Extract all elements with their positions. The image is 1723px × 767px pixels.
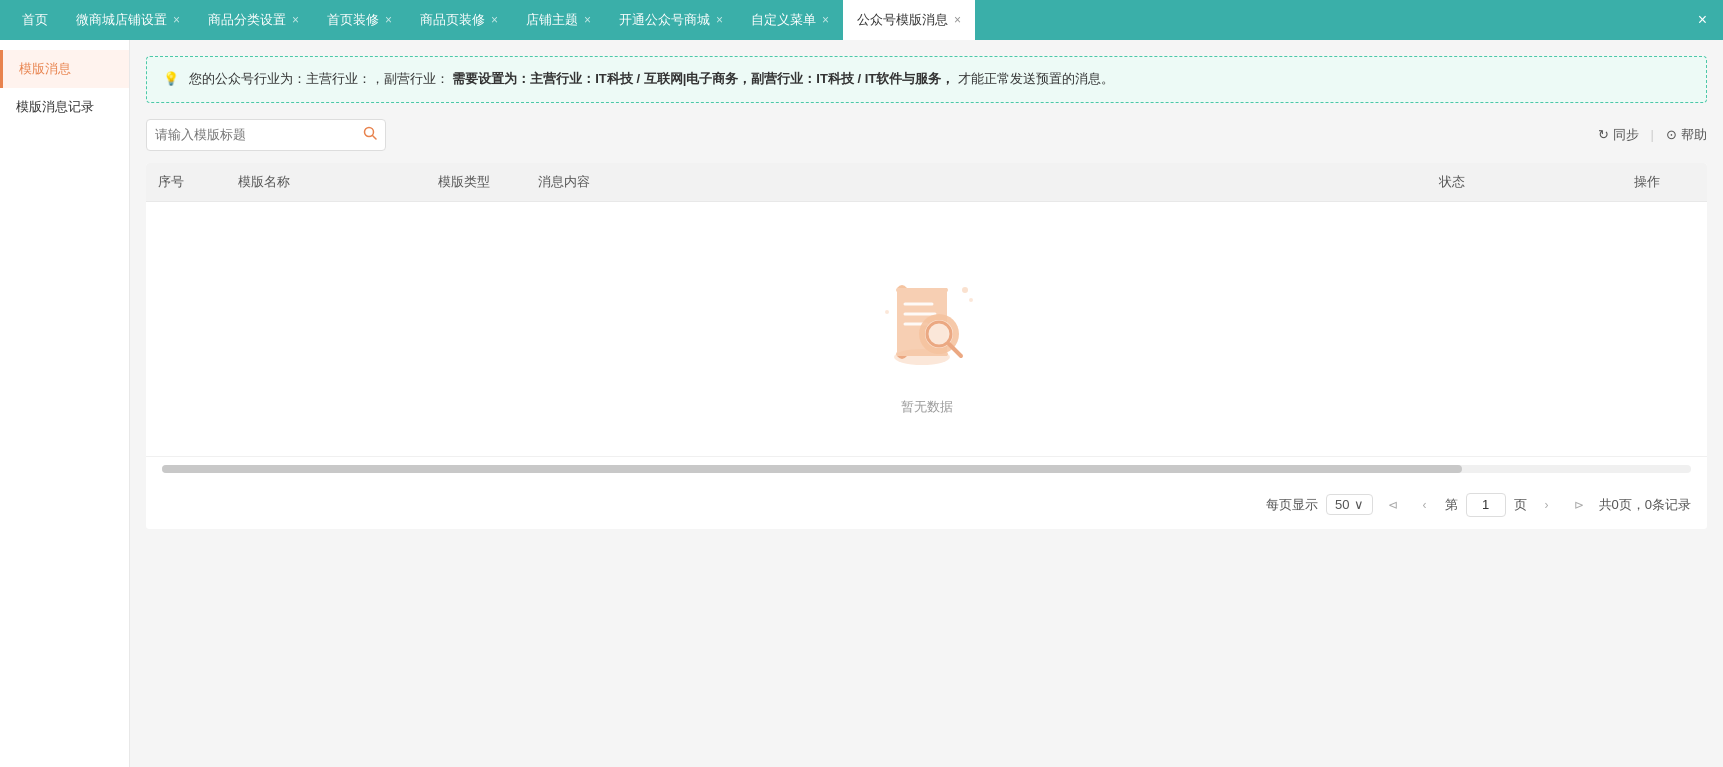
- svg-point-12: [885, 310, 889, 314]
- help-icon: ⊙: [1666, 127, 1677, 142]
- search-bar-right: ↻ 同步 | ⊙ 帮助: [1598, 126, 1707, 144]
- tab-custom-menu-label: 自定义菜单: [751, 11, 816, 29]
- search-icon[interactable]: [363, 126, 377, 143]
- tab-bar: 首页 微商城店铺设置 × 商品分类设置 × 首页装修 × 商品页装修 × 店铺主…: [0, 0, 1723, 40]
- sync-button[interactable]: ↻ 同步: [1598, 126, 1639, 144]
- th-status: 状态: [1427, 163, 1587, 201]
- tab-custom-menu-close[interactable]: ×: [822, 13, 829, 27]
- search-bar: ↻ 同步 | ⊙ 帮助: [146, 119, 1707, 151]
- tab-home-label: 首页: [22, 11, 48, 29]
- main-layout: 模版消息 模版消息记录 💡 您的公众号行业为：主营行业：，副营行业： 需要设置为…: [0, 40, 1723, 767]
- th-name: 模版名称: [226, 163, 426, 201]
- notice-text-suffix: 才能正常发送预置的消息。: [958, 71, 1114, 86]
- sync-label: 同步: [1613, 126, 1639, 144]
- last-page-button[interactable]: ⊳: [1567, 493, 1591, 517]
- tab-open-mall-label: 开通公众号商城: [619, 11, 710, 29]
- th-action: 操作: [1587, 163, 1707, 201]
- svg-line-1: [373, 136, 377, 140]
- tab-wechat-shop[interactable]: 微商城店铺设置 ×: [62, 0, 194, 40]
- sidebar-item-template-msg[interactable]: 模版消息: [0, 50, 129, 88]
- prev-page-button[interactable]: ‹: [1413, 493, 1437, 517]
- search-input[interactable]: [155, 127, 363, 142]
- page-number-input[interactable]: [1466, 493, 1506, 517]
- notice-icon: 💡: [163, 71, 179, 86]
- tab-template-msg-label: 公众号模版消息: [857, 11, 948, 29]
- tab-product-page-close[interactable]: ×: [491, 13, 498, 27]
- tab-home-decor[interactable]: 首页装修 ×: [313, 0, 406, 40]
- scroll-thumb[interactable]: [162, 465, 1462, 473]
- th-content: 消息内容: [526, 163, 1427, 201]
- help-label: 帮助: [1681, 126, 1707, 144]
- page-label-suffix: 页: [1514, 496, 1527, 514]
- empty-text: 暂无数据: [901, 398, 953, 416]
- chevron-down-icon: ∨: [1354, 497, 1364, 512]
- tab-product-category-label: 商品分类设置: [208, 11, 286, 29]
- tab-shop-theme-label: 店铺主题: [526, 11, 578, 29]
- page-label-prefix: 第: [1445, 496, 1458, 514]
- page-size-label: 每页显示: [1266, 496, 1318, 514]
- th-seq: 序号: [146, 163, 226, 201]
- tab-shop-theme[interactable]: 店铺主题 ×: [512, 0, 605, 40]
- tab-wechat-shop-close[interactable]: ×: [173, 13, 180, 27]
- divider: |: [1651, 127, 1654, 142]
- tab-open-mall-close[interactable]: ×: [716, 13, 723, 27]
- sidebar-item-template-msg-label: 模版消息: [19, 61, 71, 76]
- tab-product-category[interactable]: 商品分类设置 ×: [194, 0, 313, 40]
- notice-banner: 💡 您的公众号行业为：主营行业：，副营行业： 需要设置为：主营行业：IT科技 /…: [146, 56, 1707, 103]
- first-page-button[interactable]: ⊲: [1381, 493, 1405, 517]
- tab-template-msg[interactable]: 公众号模版消息 ×: [843, 0, 975, 40]
- help-button[interactable]: ⊙ 帮助: [1666, 126, 1707, 144]
- next-page-button[interactable]: ›: [1535, 493, 1559, 517]
- notice-highlight: 需要设置为：主营行业：IT科技 / 互联网|电子商务，副营行业：IT科技 / I…: [452, 71, 954, 86]
- tab-product-category-close[interactable]: ×: [292, 13, 299, 27]
- sidebar-item-template-msg-record-label: 模版消息记录: [16, 99, 94, 114]
- svg-point-11: [969, 298, 973, 302]
- tab-open-mall[interactable]: 开通公众号商城 ×: [605, 0, 737, 40]
- svg-point-10: [962, 287, 968, 293]
- data-table: 序号 模版名称 模版类型 消息内容 状态 操作: [146, 163, 1707, 529]
- tab-home-decor-close[interactable]: ×: [385, 13, 392, 27]
- sidebar: 模版消息 模版消息记录: [0, 40, 130, 767]
- pagination: 每页显示 50 ∨ ⊲ ‹ 第 页 › ⊳ 共0页，0条记录: [146, 481, 1707, 529]
- table-header: 序号 模版名称 模版类型 消息内容 状态 操作: [146, 163, 1707, 202]
- page-size-value: 50: [1335, 497, 1349, 512]
- page-total: 共0页，0条记录: [1599, 496, 1691, 514]
- scroll-track[interactable]: [162, 465, 1691, 473]
- empty-state: 暂无数据: [146, 202, 1707, 456]
- tab-home[interactable]: 首页: [8, 0, 62, 40]
- scroll-bar-area: [146, 456, 1707, 481]
- search-input-wrap[interactable]: [146, 119, 386, 151]
- sidebar-item-template-msg-record[interactable]: 模版消息记录: [0, 88, 129, 126]
- tab-shop-theme-close[interactable]: ×: [584, 13, 591, 27]
- tab-custom-menu[interactable]: 自定义菜单 ×: [737, 0, 843, 40]
- th-type: 模版类型: [426, 163, 526, 201]
- sync-icon: ↻: [1598, 127, 1609, 142]
- tab-home-decor-label: 首页装修: [327, 11, 379, 29]
- page-size-select[interactable]: 50 ∨: [1326, 494, 1372, 515]
- empty-state-icon: [867, 262, 987, 382]
- tab-product-page-label: 商品页装修: [420, 11, 485, 29]
- close-all-button[interactable]: ×: [1690, 11, 1715, 29]
- notice-text-prefix: 您的公众号行业为：主营行业：，副营行业：: [189, 71, 449, 86]
- tab-template-msg-close[interactable]: ×: [954, 13, 961, 27]
- tab-wechat-shop-label: 微商城店铺设置: [76, 11, 167, 29]
- tab-product-page[interactable]: 商品页装修 ×: [406, 0, 512, 40]
- content-area: 💡 您的公众号行业为：主营行业：，副营行业： 需要设置为：主营行业：IT科技 /…: [130, 40, 1723, 767]
